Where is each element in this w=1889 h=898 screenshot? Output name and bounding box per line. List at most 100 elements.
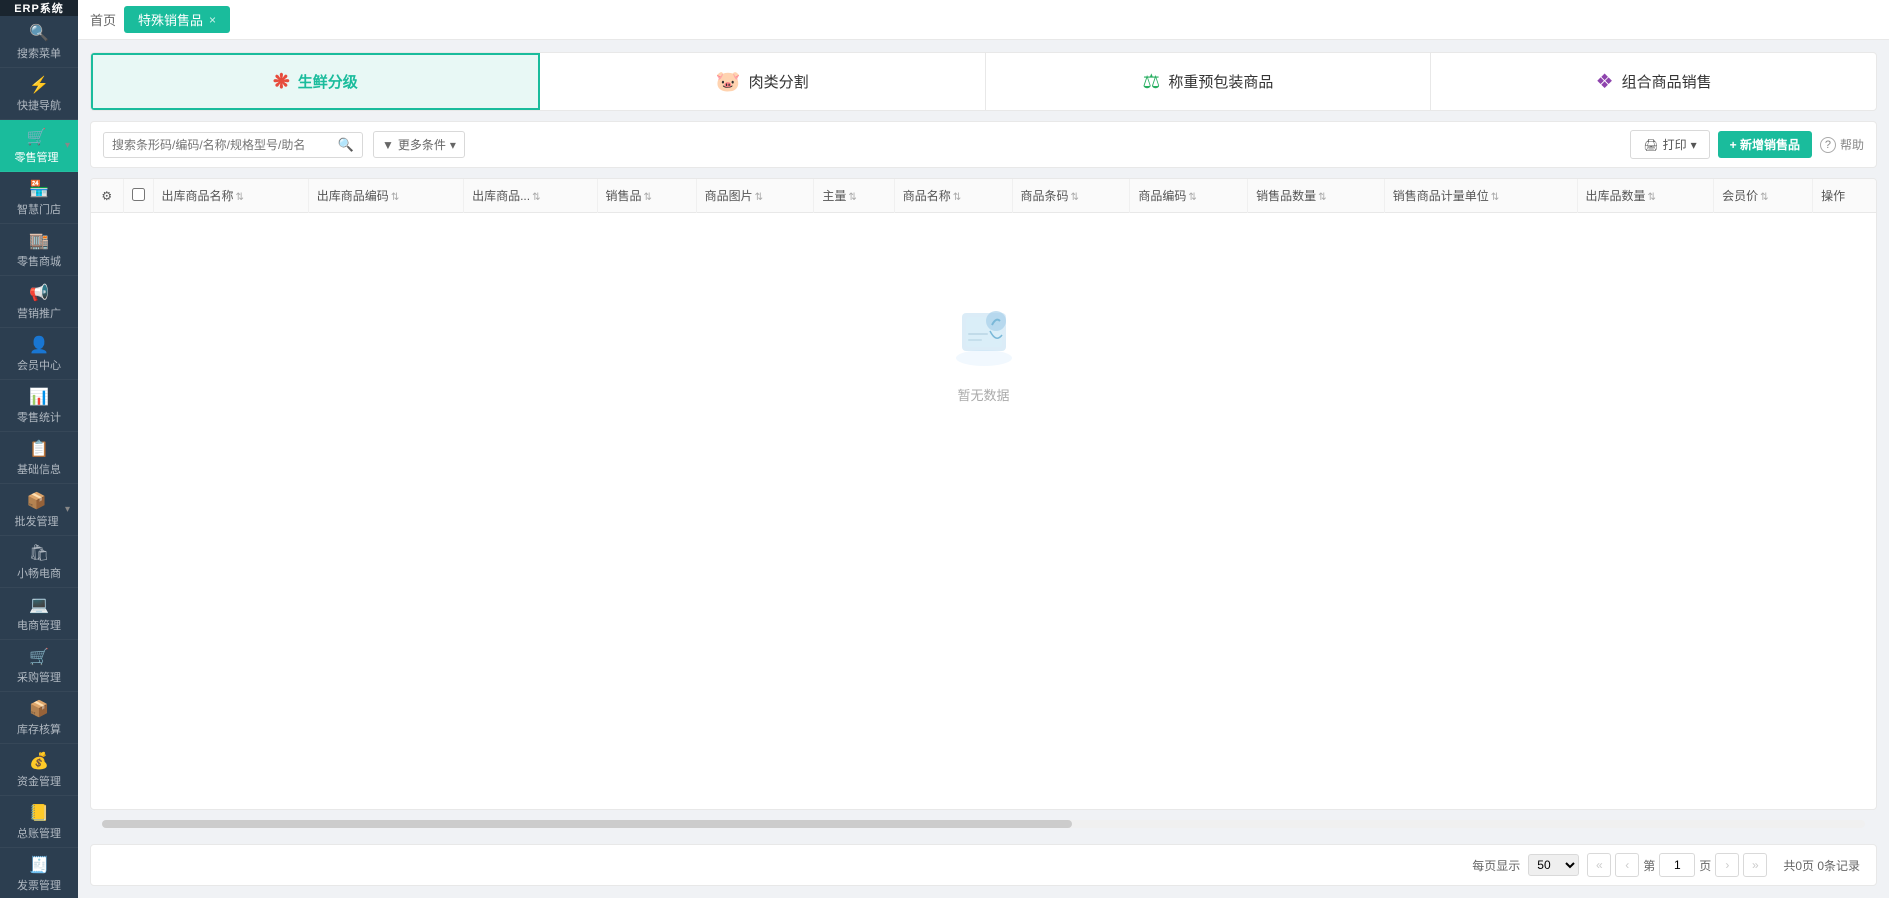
basic-info-1-icon: 📋: [29, 439, 49, 459]
sidebar-item-label: 营销推广: [17, 305, 61, 321]
sidebar-item-invoice[interactable]: 🧾 发票管理: [0, 848, 78, 898]
filter-button[interactable]: ▼ 更多条件 ▾: [373, 131, 465, 158]
category-tab-weigh-prepack[interactable]: ⚖ 称重预包装商品: [986, 53, 1432, 110]
smart-store-icon: 🏪: [29, 179, 49, 199]
tab-label-meat-cut: 肉类分割: [749, 71, 809, 92]
prev-page-button[interactable]: ‹: [1615, 853, 1639, 877]
sort-icon-6[interactable]: ⇅: [848, 192, 856, 203]
th-out-product-x: 出库商品...⇅: [464, 179, 597, 213]
sort-icon-13[interactable]: ⇅: [1760, 192, 1768, 203]
select-all-checkbox[interactable]: [132, 188, 145, 201]
sidebar-item-label: 基础信息: [17, 461, 61, 477]
sidebar-item-mini-ecom[interactable]: 🛍 小畅电商: [0, 536, 78, 588]
sidebar-item-label: 零售管理: [14, 149, 58, 165]
empty-text: 暂无数据: [957, 385, 1009, 404]
pagination-nav: « ‹ 第 页 › »: [1587, 853, 1767, 877]
scrollbar-thumb[interactable]: [102, 820, 1072, 828]
retail-mall-icon: 🏬: [29, 231, 49, 251]
sort-icon-4[interactable]: ⇅: [644, 192, 652, 203]
ledger-icon: 📒: [29, 803, 49, 823]
sort-icon[interactable]: ⇅: [236, 192, 244, 203]
empty-state: 暂无数据: [91, 213, 1876, 484]
tab-close-button[interactable]: ×: [209, 13, 216, 27]
chevron-down-icon-2: ▾: [65, 504, 70, 515]
sidebar-item-label: 库存核算: [17, 721, 61, 737]
toolbar-left: 🔍 ▼ 更多条件 ▾: [103, 131, 465, 158]
th-checkbox[interactable]: [123, 179, 153, 213]
sidebar-item-retail-mgmt[interactable]: 🛒 零售管理 ▾: [0, 120, 78, 172]
help-button[interactable]: ? 帮助: [1820, 136, 1864, 153]
search-box: 🔍: [103, 132, 363, 158]
th-out-product-code: 出库商品编码⇅: [308, 179, 463, 213]
inventory-icon: 📦: [29, 699, 49, 719]
batch-mgmt-icon: 📦: [27, 491, 47, 511]
sort-icon-7[interactable]: ⇅: [953, 192, 961, 203]
filter-icon: ▼: [382, 138, 394, 152]
sidebar-item-retail-stats[interactable]: 📊 零售统计: [0, 380, 78, 432]
sort-icon-5[interactable]: ⇅: [755, 192, 763, 203]
sidebar-item-batch-mgmt[interactable]: 📦 批发管理 ▾: [0, 484, 78, 536]
category-tab-fresh-grade[interactable]: ❋ 生鲜分级: [91, 53, 540, 110]
sort-icon-3[interactable]: ⇅: [532, 192, 540, 203]
sidebar-item-label: 总账管理: [17, 825, 61, 841]
search-input[interactable]: [112, 138, 332, 152]
topbar: 首页 特殊销售品 ×: [78, 0, 1889, 40]
data-table-container: ⚙ 出库商品名称⇅ 出库商品编码⇅ 出库商品...⇅: [90, 178, 1877, 810]
new-product-button[interactable]: + 新增销售品: [1718, 131, 1812, 158]
sort-icon-2[interactable]: ⇅: [391, 192, 399, 203]
help-label: 帮助: [1840, 136, 1864, 153]
horizontal-scrollbar[interactable]: [102, 820, 1865, 828]
search-icon[interactable]: 🔍: [338, 137, 354, 153]
home-link[interactable]: 首页: [90, 10, 116, 29]
sidebar-item-member[interactable]: 👤 会员中心: [0, 328, 78, 380]
sidebar-item-retail-mall[interactable]: 🏬 零售商城: [0, 224, 78, 276]
print-label: 打印: [1663, 136, 1687, 153]
last-page-button[interactable]: »: [1743, 853, 1767, 877]
first-page-button[interactable]: «: [1587, 853, 1611, 877]
sidebar-item-inventory[interactable]: 📦 库存核算: [0, 692, 78, 744]
sidebar-item-quick-nav[interactable]: ⚡ 快捷导航: [0, 68, 78, 120]
category-tab-combo[interactable]: ❖ 组合商品销售: [1431, 53, 1876, 110]
sidebar-item-label: 零售统计: [17, 409, 61, 425]
sidebar-item-marketing[interactable]: 📢 营销推广: [0, 276, 78, 328]
sidebar-item-search-menu[interactable]: 🔍 搜索菜单: [0, 16, 78, 68]
active-tab[interactable]: 特殊销售品 ×: [124, 6, 230, 33]
combo-icon: ❖: [1596, 69, 1614, 94]
sidebar-item-label: 批发管理: [14, 513, 58, 529]
th-weight: 主量⇅: [814, 179, 894, 213]
marketing-icon: 📢: [29, 283, 49, 303]
sort-icon-8[interactable]: ⇅: [1071, 192, 1079, 203]
tab-label: 特殊销售品: [138, 10, 203, 29]
per-page-select[interactable]: 10 20 50 100: [1528, 854, 1579, 876]
sidebar-item-label: 发票管理: [17, 877, 61, 893]
meat-cut-icon: 🐷: [716, 69, 741, 94]
sidebar-item-finance[interactable]: 💰 资金管理: [0, 744, 78, 796]
page-number-input[interactable]: [1659, 853, 1695, 877]
sidebar-item-smart-store[interactable]: 🏪 智慧门店: [0, 172, 78, 224]
sidebar-item-basic-info-1[interactable]: 📋 基础信息: [0, 432, 78, 484]
tab-label-weigh-prepack: 称重预包装商品: [1168, 71, 1273, 92]
page-label: 第: [1643, 857, 1655, 874]
sort-icon-10[interactable]: ⇅: [1318, 192, 1326, 203]
sidebar-item-ecom-mgmt[interactable]: 💻 电商管理: [0, 588, 78, 640]
th-product-code: 商品编码⇅: [1130, 179, 1248, 213]
ecom-mgmt-icon: 💻: [29, 595, 49, 615]
th-sales-qty: 销售品数量⇅: [1248, 179, 1385, 213]
page-suffix: 页: [1699, 857, 1711, 874]
next-page-button[interactable]: ›: [1715, 853, 1739, 877]
member-icon: 👤: [29, 335, 49, 355]
th-sales-qty-unit: 销售商品计量单位⇅: [1384, 179, 1577, 213]
sort-icon-11[interactable]: ⇅: [1491, 192, 1499, 203]
chevron-down-icon: ▾: [65, 140, 70, 151]
sidebar-item-label: 快捷导航: [17, 97, 61, 113]
category-tab-meat-cut[interactable]: 🐷 肉类分割: [540, 53, 986, 110]
sort-icon-12[interactable]: ⇅: [1648, 192, 1656, 203]
th-product-name: 商品名称⇅: [894, 179, 1012, 213]
sidebar-item-ledger[interactable]: 📒 总账管理: [0, 796, 78, 848]
th-gear[interactable]: ⚙: [91, 179, 123, 213]
sidebar-item-purchase[interactable]: 🛒 采购管理: [0, 640, 78, 692]
sort-icon-9[interactable]: ⇅: [1188, 192, 1196, 203]
print-button[interactable]: 🖨 打印 ▾: [1630, 130, 1709, 159]
toolbar-right: 🖨 打印 ▾ + 新增销售品 ? 帮助: [1630, 130, 1864, 159]
th-product-image: 商品图片⇅: [696, 179, 814, 213]
